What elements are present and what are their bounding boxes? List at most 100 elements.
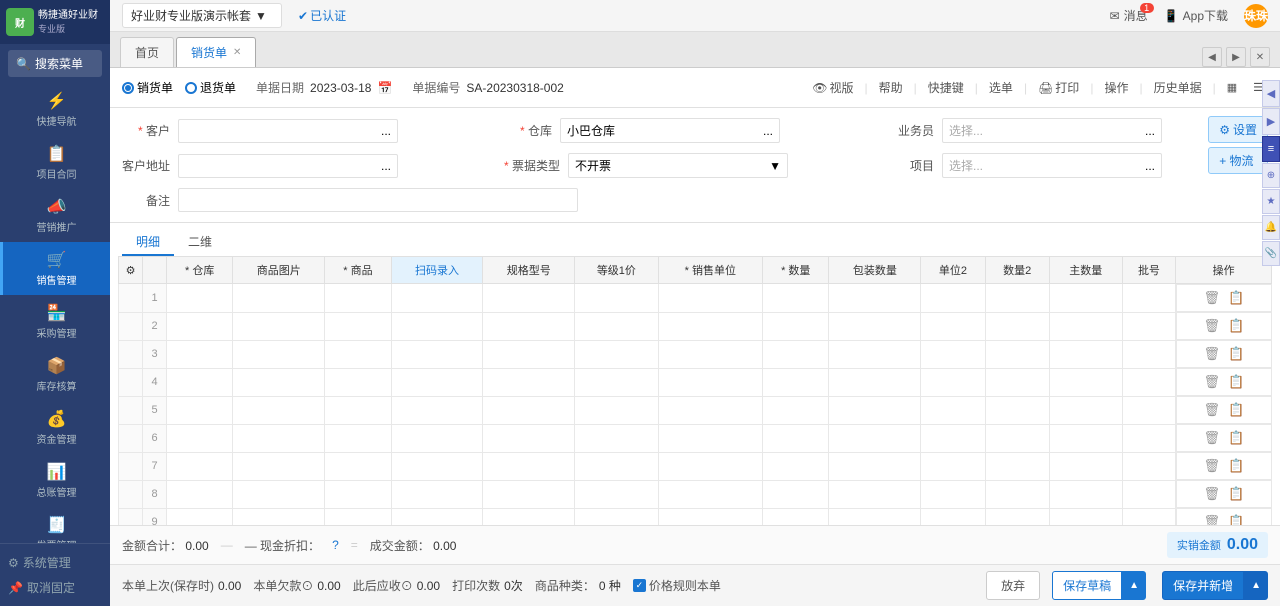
row-batch[interactable] [1122,312,1176,340]
col-barcode[interactable]: 扫码录入 [391,257,483,284]
row-copy-button[interactable]: 📋 [1226,513,1246,525]
row-copy-button[interactable]: 📋 [1226,373,1246,391]
row-goods[interactable] [325,480,391,508]
row-pack-qty[interactable] [829,424,921,452]
view-button[interactable]: 👁 视版 [807,76,858,99]
row-main-qty[interactable] [1049,284,1122,313]
row-spec[interactable] [483,340,575,368]
row-unit[interactable] [658,340,763,368]
row-warehouse[interactable] [167,312,233,340]
row-unit2[interactable] [921,368,985,396]
row-delete-button[interactable]: 🗑 [1202,401,1223,419]
row-barcode[interactable] [391,340,483,368]
search-menu-button[interactable]: 🔍 搜索菜单 [8,50,102,77]
row-unit2[interactable] [921,452,985,480]
row-quantity[interactable] [763,284,829,313]
operate-button[interactable]: 操作 [1099,76,1133,99]
calendar-icon[interactable]: 📅 [377,81,392,95]
row-quantity[interactable] [763,312,829,340]
row-unit[interactable] [658,480,763,508]
row-warehouse[interactable] [167,480,233,508]
row-qty2[interactable] [985,452,1049,480]
sidebar-item-invoice[interactable]: 🧾 发票管理 [0,507,110,543]
row-goods[interactable] [325,284,391,313]
row-warehouse[interactable] [167,396,233,424]
tab-detail[interactable]: 明细 [122,229,174,256]
row-copy-button[interactable]: 📋 [1226,485,1246,503]
sidebar-item-sales[interactable]: 🛒 销售管理 [0,242,110,295]
row-main-qty[interactable] [1049,424,1122,452]
save-draft-button[interactable]: 保存草稿 [1052,571,1122,600]
row-warehouse[interactable] [167,368,233,396]
note-input[interactable] [178,188,578,212]
sidebar-item-project[interactable]: 📋 项目合同 [0,136,110,189]
tab-sales-order[interactable]: 销货单 ✕ [176,37,256,67]
order-number[interactable]: SA-20230318-002 [466,81,563,95]
row-price1[interactable] [575,452,658,480]
history-button[interactable]: 历史单据 [1149,76,1207,99]
customer-dots-icon[interactable]: ... [381,124,391,138]
discard-button[interactable]: 放弃 [986,571,1040,600]
row-price1[interactable] [575,368,658,396]
row-unit[interactable] [658,508,763,525]
row-price1[interactable] [575,284,658,313]
row-barcode[interactable] [391,368,483,396]
row-qty2[interactable] [985,340,1049,368]
row-barcode[interactable] [391,312,483,340]
sidebar-item-system[interactable]: ⚙ 系统管理 [8,550,102,575]
customer-input[interactable]: ... [178,119,398,143]
row-spec[interactable] [483,480,575,508]
shortcut-button[interactable]: 快捷键 [923,76,969,99]
row-qty2[interactable] [985,396,1049,424]
sidebar-item-inventory[interactable]: 📦 库存核算 [0,348,110,401]
row-warehouse[interactable] [167,284,233,313]
row-spec[interactable] [483,396,575,424]
setup-button[interactable]: ⚙ 设置 [1208,116,1268,143]
save-new-dropdown[interactable]: ▲ [1244,571,1268,600]
right-panel-btn-5[interactable]: 🔔 [1262,215,1280,240]
table-wrapper[interactable]: ⚙ * 仓库 商品图片 * 商品 扫码录入 规格型号 等级1价 * 销售单位 *… [110,256,1280,525]
row-delete-button[interactable]: 🗑 [1202,457,1223,475]
row-main-qty[interactable] [1049,368,1122,396]
salesperson-input[interactable]: 选择... ... [942,118,1162,143]
select-button[interactable]: 选单 [984,76,1018,99]
address-dots-icon[interactable]: ... [381,159,391,173]
row-goods[interactable] [325,340,391,368]
row-unit2[interactable] [921,424,985,452]
tab-2d[interactable]: 二维 [174,229,226,256]
tab-close-icon[interactable]: ✕ [233,47,241,58]
row-unit2[interactable] [921,480,985,508]
layout-grid-button[interactable]: ▦ [1222,78,1242,97]
row-image[interactable] [233,396,325,424]
row-spec[interactable] [483,424,575,452]
row-delete-button[interactable]: 🗑 [1202,289,1223,307]
row-qty2[interactable] [985,368,1049,396]
row-unit[interactable] [658,368,763,396]
salesperson-dots-icon[interactable]: ... [1145,124,1155,138]
radio-return[interactable]: 退货单 [185,79,236,96]
row-goods[interactable] [325,312,391,340]
row-delete-button[interactable]: 🗑 [1202,429,1223,447]
row-price1[interactable] [575,340,658,368]
row-quantity[interactable] [763,508,829,525]
row-unit2[interactable] [921,284,985,313]
sidebar-item-quick-nav[interactable]: ⚡ 快捷导航 [0,83,110,136]
row-unit2[interactable] [921,508,985,525]
row-price1[interactable] [575,424,658,452]
tab-home[interactable]: 首页 [120,37,174,67]
row-pack-qty[interactable] [829,284,921,313]
row-batch[interactable] [1122,508,1176,525]
row-barcode[interactable] [391,284,483,313]
help-icon-discount[interactable]: ? [332,538,339,552]
row-quantity[interactable] [763,452,829,480]
row-quantity[interactable] [763,340,829,368]
right-panel-btn-1[interactable]: ◀ [1262,80,1280,107]
row-barcode[interactable] [391,480,483,508]
sidebar-item-marketing[interactable]: 📣 营销推广 [0,189,110,242]
row-delete-button[interactable]: 🗑 [1202,485,1223,503]
row-image[interactable] [233,508,325,525]
row-batch[interactable] [1122,452,1176,480]
row-main-qty[interactable] [1049,340,1122,368]
row-batch[interactable] [1122,368,1176,396]
row-batch[interactable] [1122,424,1176,452]
